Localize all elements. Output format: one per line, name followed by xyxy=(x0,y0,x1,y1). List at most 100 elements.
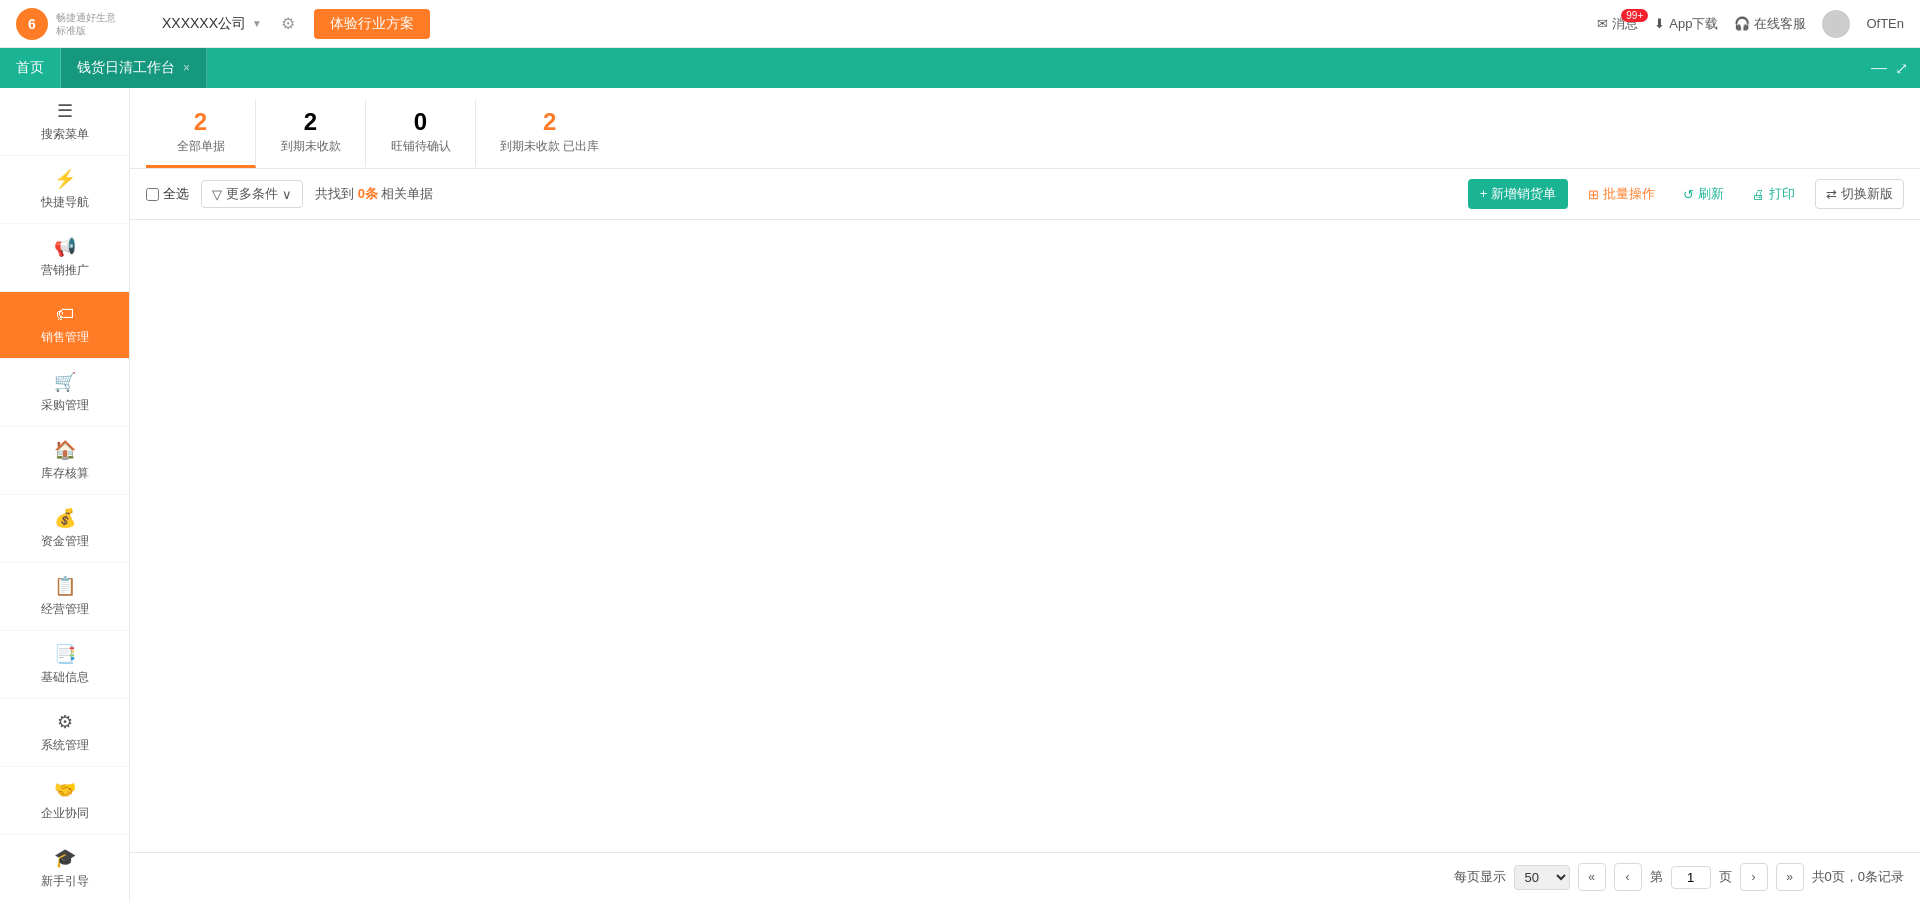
app-download-button[interactable]: ⬇ App下载 xyxy=(1654,15,1718,33)
sidebar-item-finance[interactable]: 💰 资金管理 xyxy=(0,495,129,563)
found-count: 0条 xyxy=(358,186,378,201)
toolbar-right: + 新增销货单 ⊞ 批量操作 ↺ 刷新 🖨 打印 ⇄ 切换新版 xyxy=(1468,179,1904,209)
refresh-icon: ↺ xyxy=(1683,187,1694,202)
print-button[interactable]: 🖨 打印 xyxy=(1744,181,1803,207)
sidebar-item-marketing[interactable]: 📢 营销推广 xyxy=(0,224,129,292)
content-area: 2 全部单据 2 到期未收款 0 旺铺待确认 2 到期未收款 已出库 全选 xyxy=(130,88,1920,901)
sidebar-label-cooperation: 企业协同 xyxy=(41,805,89,822)
company-selector[interactable]: XXXXXX公司 ▼ xyxy=(162,15,262,33)
company-name: XXXXXX公司 xyxy=(162,15,246,33)
avatar[interactable] xyxy=(1822,10,1850,38)
print-icon: 🖨 xyxy=(1752,187,1765,202)
page-number-input[interactable] xyxy=(1671,866,1711,889)
sidebar-item-operations[interactable]: 📋 经营管理 xyxy=(0,563,129,631)
service-icon: 🎧 xyxy=(1734,16,1750,31)
found-suffix: 相关单据 xyxy=(381,186,433,201)
trial-button[interactable]: 体验行业方案 xyxy=(314,9,430,39)
sidebar-item-guide[interactable]: 🎓 新手引导 xyxy=(0,835,129,901)
logo-text: 畅捷通好生意 标准版 xyxy=(56,11,116,37)
tab-home-label: 首页 xyxy=(16,59,44,77)
select-all-checkbox[interactable]: 全选 xyxy=(146,185,189,203)
guide-icon: 🎓 xyxy=(54,847,76,869)
tab-maximize-button[interactable]: ⤢ xyxy=(1895,59,1908,78)
stats-tab-shipped[interactable]: 2 到期未收款 已出库 xyxy=(476,100,623,168)
sidebar-label-inventory: 库存核算 xyxy=(41,465,89,482)
batch-label: 批量操作 xyxy=(1603,185,1655,203)
page-word2: 页 xyxy=(1719,868,1732,886)
stats-count-all: 2 xyxy=(194,108,207,136)
sidebar-item-search-menu[interactable]: ☰ 搜索菜单 xyxy=(0,88,129,156)
found-prefix: 共找到 xyxy=(315,186,354,201)
stats-label-overdue: 到期未收款 xyxy=(281,138,341,155)
select-all-input[interactable] xyxy=(146,188,159,201)
prev-page-button[interactable]: ‹ xyxy=(1614,863,1642,891)
cooperation-icon: 🤝 xyxy=(54,779,76,801)
stats-label-shipped: 到期未收款 已出库 xyxy=(500,138,599,155)
last-page-button[interactable]: » xyxy=(1776,863,1804,891)
sidebar-item-purchase[interactable]: 🛒 采购管理 xyxy=(0,359,129,427)
switch-version-button[interactable]: ⇄ 切换新版 xyxy=(1815,179,1904,209)
per-page-label: 每页显示 xyxy=(1454,868,1506,886)
select-all-label: 全选 xyxy=(163,185,189,203)
batch-button[interactable]: ⊞ 批量操作 xyxy=(1580,181,1663,207)
nav-tabs: 首页 钱货日清工作台 × — ⤢ xyxy=(0,48,1920,88)
switch-icon: ⇄ xyxy=(1826,187,1837,202)
quick-nav-icon: ⚡ xyxy=(54,168,76,190)
filter-arrow-icon: ∨ xyxy=(282,187,292,202)
filter-button[interactable]: ▽ 更多条件 ∨ xyxy=(201,180,303,208)
sidebar-label-guide: 新手引导 xyxy=(41,873,89,890)
page-word: 第 xyxy=(1650,868,1663,886)
sidebar-item-basic-info[interactable]: 📑 基础信息 xyxy=(0,631,129,699)
sidebar-label-sales: 销售管理 xyxy=(41,329,89,346)
found-text: 共找到 0条 相关单据 xyxy=(315,185,433,203)
stats-count-shipped: 2 xyxy=(543,108,556,136)
main-layout: ☰ 搜索菜单 ⚡ 快捷导航 📢 营销推广 🏷 销售管理 🛒 采购管理 🏠 库存核… xyxy=(0,88,1920,901)
download-icon: ⬇ xyxy=(1654,16,1665,31)
stats-label-pending: 旺铺待确认 xyxy=(391,138,451,155)
pagination: 每页显示 50 10 20 100 « ‹ 第 页 › » 共0页，0条记录 xyxy=(130,852,1920,901)
filter-label: 更多条件 xyxy=(226,185,278,203)
stats-count-overdue: 2 xyxy=(304,108,317,136)
refresh-button[interactable]: ↺ 刷新 xyxy=(1675,181,1732,207)
message-badge: 99+ xyxy=(1621,9,1648,22)
settings-icon[interactable]: ⚙ xyxy=(274,10,302,38)
page-size-select[interactable]: 50 10 20 100 xyxy=(1514,865,1570,890)
stats-tab-all[interactable]: 2 全部单据 xyxy=(146,100,256,168)
purchase-icon: 🛒 xyxy=(54,371,76,393)
message-button[interactable]: ✉ 消息 99+ xyxy=(1597,15,1638,33)
stats-tab-overdue[interactable]: 2 到期未收款 xyxy=(256,100,366,168)
sidebar-item-quick-nav[interactable]: ⚡ 快捷导航 xyxy=(0,156,129,224)
tab-minimize-button[interactable]: — xyxy=(1871,59,1887,77)
logo-name: 畅捷通好生意 xyxy=(56,11,116,24)
stats-tab-pending[interactable]: 0 旺铺待确认 xyxy=(366,100,476,168)
switch-label: 切换新版 xyxy=(1841,185,1893,203)
sidebar-label-basic-info: 基础信息 xyxy=(41,669,89,686)
first-page-button[interactable]: « xyxy=(1578,863,1606,891)
tab-home[interactable]: 首页 xyxy=(0,48,61,88)
tab-workbench-label: 钱货日清工作台 xyxy=(77,59,175,77)
sidebar-item-system[interactable]: ⚙ 系统管理 xyxy=(0,699,129,767)
marketing-icon: 📢 xyxy=(54,236,76,258)
tab-close-icon[interactable]: × xyxy=(183,61,190,75)
sidebar-label-search-menu: 搜索菜单 xyxy=(41,126,89,143)
service-label: 在线客服 xyxy=(1754,15,1806,33)
stats-count-pending: 0 xyxy=(414,108,427,136)
sidebar-item-cooperation[interactable]: 🤝 企业协同 xyxy=(0,767,129,835)
sales-icon: 🏷 xyxy=(56,304,74,325)
basic-info-icon: 📑 xyxy=(54,643,76,665)
system-icon: ⚙ xyxy=(57,711,73,733)
new-order-button[interactable]: + 新增销货单 xyxy=(1468,179,1568,209)
online-service-button[interactable]: 🎧 在线客服 xyxy=(1734,15,1806,33)
tab-workbench[interactable]: 钱货日清工作台 × xyxy=(61,48,207,88)
stats-tabs: 2 全部单据 2 到期未收款 0 旺铺待确认 2 到期未收款 已出库 xyxy=(130,88,1920,169)
topbar: 6 畅捷通好生意 标准版 XXXXXX公司 ▼ ⚙ 体验行业方案 ✉ 消息 99… xyxy=(0,0,1920,48)
logo: 6 畅捷通好生意 标准版 xyxy=(16,8,146,40)
sidebar-item-inventory[interactable]: 🏠 库存核算 xyxy=(0,427,129,495)
logo-sub: 标准版 xyxy=(56,24,116,37)
table-area xyxy=(130,220,1920,852)
operations-icon: 📋 xyxy=(54,575,76,597)
sidebar-item-sales[interactable]: 🏷 销售管理 xyxy=(0,292,129,359)
sidebar-label-purchase: 采购管理 xyxy=(41,397,89,414)
next-page-button[interactable]: › xyxy=(1740,863,1768,891)
logo-icon: 6 xyxy=(16,8,48,40)
